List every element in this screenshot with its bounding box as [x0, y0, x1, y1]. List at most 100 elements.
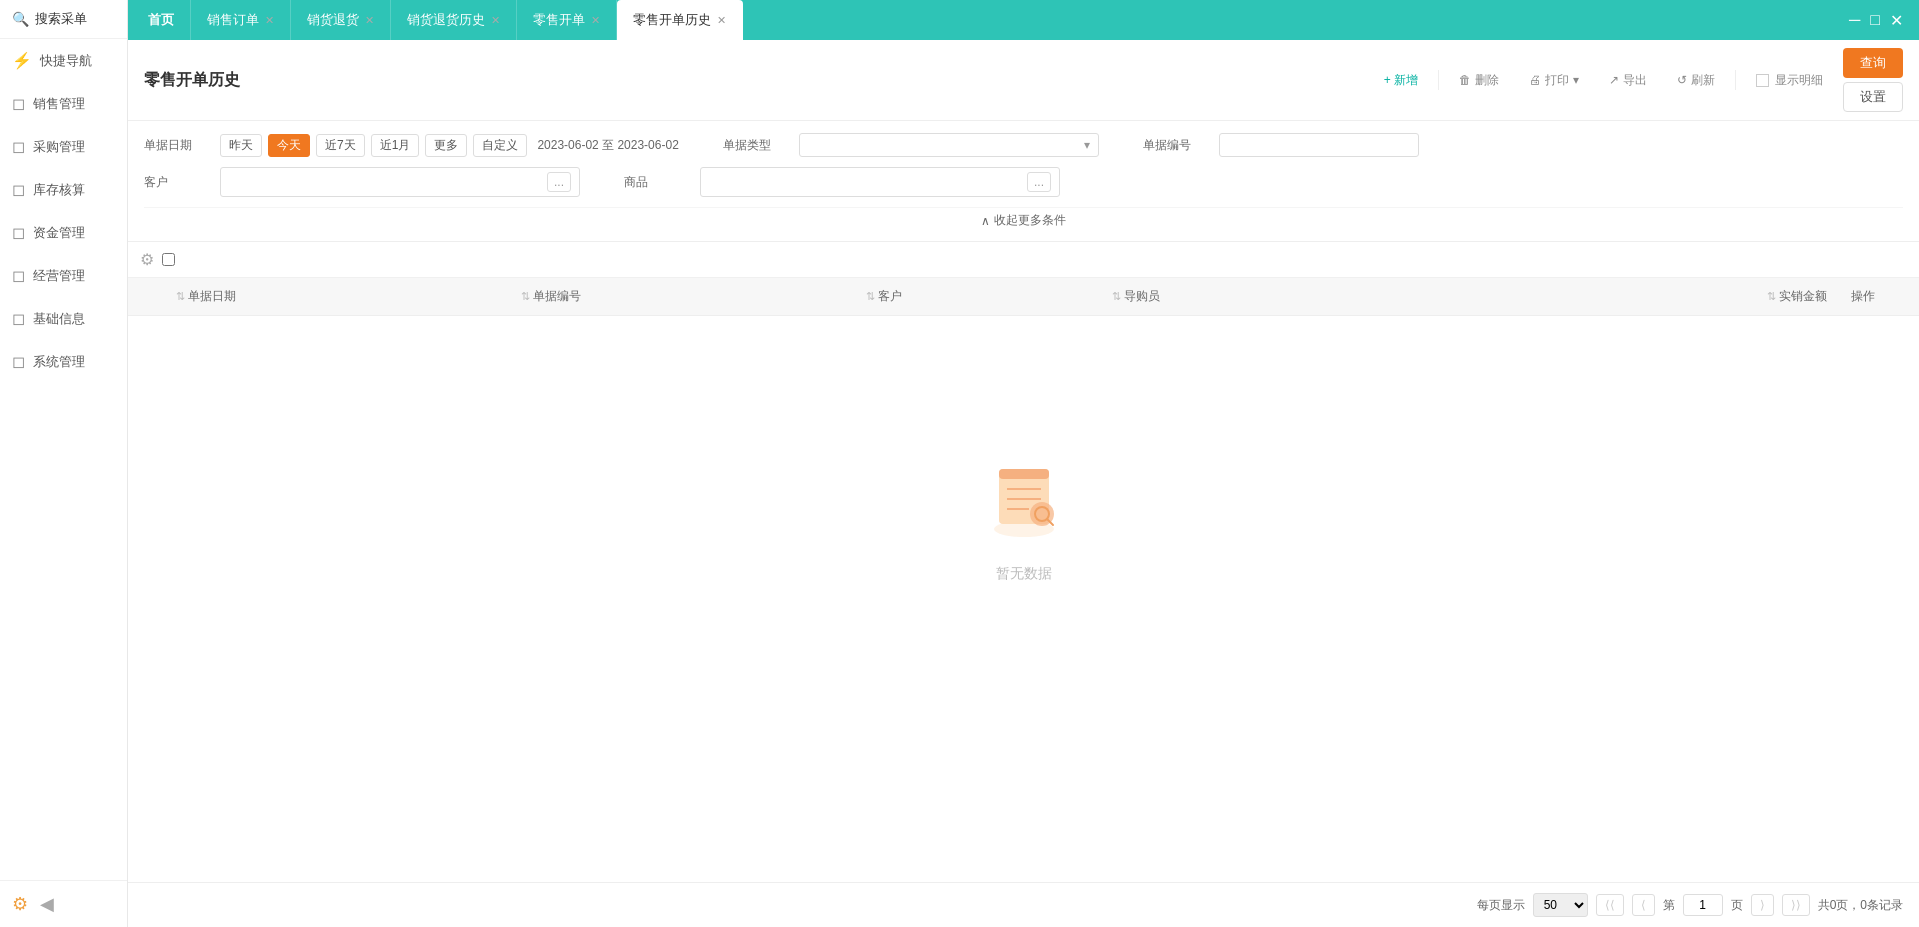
date-btn-yesterday[interactable]: 昨天 — [220, 134, 262, 157]
tab-sales-order[interactable]: 销售订单 ✕ — [191, 0, 291, 40]
divider-1 — [1438, 70, 1439, 90]
tab-sales-return-label: 销货退货 — [307, 11, 359, 29]
doc-num-input[interactable] — [1219, 133, 1419, 157]
refresh-button-label: 刷新 — [1691, 72, 1715, 89]
tab-sales-return[interactable]: 销货退货 ✕ — [291, 0, 391, 40]
sidebar: 🔍 搜索采单 ⚡ 快捷导航 ◻ 销售管理 ◻ 采购管理 ◻ 库存核算 ◻ 资金管… — [0, 0, 128, 927]
collapse-up-icon: ∧ — [981, 214, 990, 228]
first-page-button[interactable]: ⟨⟨ — [1596, 894, 1624, 916]
tab-retail-open-history[interactable]: 零售开单历史 ✕ — [617, 0, 743, 40]
page-number-input[interactable] — [1683, 894, 1723, 916]
sidebar-item-jichu[interactable]: ◻ 基础信息 — [0, 297, 127, 340]
tab-retail-open-history-close[interactable]: ✕ — [717, 14, 726, 27]
search-menu-item[interactable]: 🔍 搜索采单 — [0, 0, 127, 39]
date-filter-buttons: 昨天 今天 近7天 近1月 更多 自定义 2023-06-02 至 2023-0… — [220, 134, 679, 157]
settings-button[interactable]: 设置 — [1843, 82, 1903, 112]
doc-type-chevron: ▾ — [1084, 138, 1090, 152]
sidebar-item-kucun[interactable]: ◻ 库存核算 — [0, 168, 127, 211]
tabs-bar: 首页 销售订单 ✕ 销货退货 ✕ 销货退货历史 ✕ 零售开单 ✕ 零售开单历史 … — [128, 0, 1919, 40]
export-button-label: 导出 — [1623, 72, 1647, 89]
date-btn-1month[interactable]: 近1月 — [371, 134, 420, 157]
tab-sales-return-history[interactable]: 销货退货历史 ✕ — [391, 0, 517, 40]
toolbar-actions: + 新增 🗑 删除 🖨 打印 ▾ ↗ 导出 ↺ 刷新 — [1374, 48, 1903, 112]
filter-collapse-row: ∧ 收起更多条件 — [144, 207, 1903, 233]
zijin-icon: ◻ — [12, 223, 25, 242]
table-header-row: 单据日期 单据编号 客户 导购员 实销金额 操作 — [128, 278, 1919, 316]
delete-icon: 🗑 — [1459, 73, 1471, 87]
date-range-display: 2023-06-02 至 2023-06-02 — [537, 137, 678, 154]
th-empty — [1396, 278, 1494, 316]
customer-ellipsis-button[interactable]: ... — [547, 172, 571, 192]
tab-retail-open-close[interactable]: ✕ — [591, 14, 600, 27]
th-date[interactable]: 单据日期 — [164, 278, 509, 316]
table-header-bar: ⚙ — [128, 242, 1919, 278]
table-settings-button[interactable]: ⚙ — [140, 250, 154, 269]
th-num[interactable]: 单据编号 — [509, 278, 854, 316]
sidebar-item-xitong[interactable]: ◻ 系统管理 — [0, 340, 127, 383]
select-all-checkbox[interactable] — [162, 253, 175, 266]
tab-sales-return-history-close[interactable]: ✕ — [491, 14, 500, 27]
date-btn-more[interactable]: 更多 — [425, 134, 467, 157]
refresh-button[interactable]: ↺ 刷新 — [1667, 67, 1725, 94]
page-size-select[interactable]: 50 10 20 100 — [1533, 893, 1588, 917]
sidebar-item-label: 库存核算 — [33, 181, 85, 199]
per-page-label: 每页显示 — [1477, 897, 1525, 914]
print-button[interactable]: 🖨 打印 ▾ — [1519, 67, 1589, 94]
sidebar-item-caigou[interactable]: ◻ 采购管理 — [0, 125, 127, 168]
sidebar-gear-button[interactable]: ⚙ — [12, 893, 28, 915]
prev-page-button[interactable]: ⟨ — [1632, 894, 1655, 916]
th-ops: 操作 — [1839, 278, 1919, 316]
last-page-button[interactable]: ⟩⟩ — [1782, 894, 1810, 916]
doc-type-select[interactable]: ▾ — [799, 133, 1099, 157]
goods-label: 商品 — [624, 174, 680, 191]
maximize-button[interactable]: □ — [1870, 11, 1880, 30]
add-button[interactable]: + 新增 — [1374, 67, 1428, 94]
th-customer[interactable]: 客户 — [854, 278, 1100, 316]
svg-rect-2 — [999, 469, 1049, 479]
sidebar-item-zijin[interactable]: ◻ 资金管理 — [0, 211, 127, 254]
filter-row-2: 客户 ... 商品 ... — [144, 167, 1903, 197]
goods-ellipsis-button[interactable]: ... — [1027, 172, 1051, 192]
date-btn-7days[interactable]: 近7天 — [316, 134, 365, 157]
tab-sales-return-close[interactable]: ✕ — [365, 14, 374, 27]
display-button[interactable]: 显示明细 — [1746, 67, 1833, 94]
table-container: ⚙ 单据日期 单据编号 客户 导购员 实销金额 操作 — [128, 242, 1919, 882]
sidebar-item-label: 快捷导航 — [40, 52, 92, 70]
doc-num-label: 单据编号 — [1143, 137, 1199, 154]
sidebar-collapse-button[interactable]: ◀ — [40, 893, 54, 915]
th-salesperson[interactable]: 导购员 — [1100, 278, 1396, 316]
tab-retail-open-label: 零售开单 — [533, 11, 585, 29]
export-button[interactable]: ↗ 导出 — [1599, 67, 1657, 94]
goods-select[interactable]: ... — [700, 167, 1060, 197]
th-amount[interactable]: 实销金额 — [1494, 278, 1839, 316]
date-btn-today[interactable]: 今天 — [268, 134, 310, 157]
tab-sales-order-close[interactable]: ✕ — [265, 14, 274, 27]
sidebar-item-jingying[interactable]: ◻ 经营管理 — [0, 254, 127, 297]
display-button-label: 显示明细 — [1775, 72, 1823, 89]
delete-button[interactable]: 🗑 删除 — [1449, 67, 1509, 94]
sidebar-item-kuaijie[interactable]: ⚡ 快捷导航 — [0, 39, 127, 82]
xitong-icon: ◻ — [12, 352, 25, 371]
page-toolbar: 零售开单历史 + 新增 🗑 删除 🖨 打印 ▾ ↗ 导出 ↺ 刷新 — [128, 40, 1919, 121]
date-btn-custom[interactable]: 自定义 — [473, 134, 527, 157]
sidebar-item-label: 采购管理 — [33, 138, 85, 156]
sidebar-item-xiaoshou[interactable]: ◻ 销售管理 — [0, 82, 127, 125]
empty-icon — [974, 449, 1074, 549]
sidebar-item-label: 基础信息 — [33, 310, 85, 328]
tab-retail-open[interactable]: 零售开单 ✕ — [517, 0, 617, 40]
refresh-icon: ↺ — [1677, 73, 1687, 87]
minimize-button[interactable]: ─ — [1849, 11, 1860, 30]
filter-row-1: 单据日期 昨天 今天 近7天 近1月 更多 自定义 2023-06-02 至 2… — [144, 133, 1903, 157]
customer-select[interactable]: ... — [220, 167, 580, 197]
close-button[interactable]: ✕ — [1890, 11, 1903, 30]
tab-home[interactable]: 首页 — [132, 0, 191, 40]
sidebar-item-label: 销售管理 — [33, 95, 85, 113]
collapse-filter-button[interactable]: ∧ 收起更多条件 — [981, 212, 1066, 229]
divider-2 — [1735, 70, 1736, 90]
xiaoshou-icon: ◻ — [12, 94, 25, 113]
next-page-button[interactable]: ⟩ — [1751, 894, 1774, 916]
print-button-label: 打印 — [1545, 72, 1569, 89]
page-label: 页 — [1731, 897, 1743, 914]
query-button[interactable]: 查询 — [1843, 48, 1903, 78]
query-settings-group: 查询 设置 — [1843, 48, 1903, 112]
